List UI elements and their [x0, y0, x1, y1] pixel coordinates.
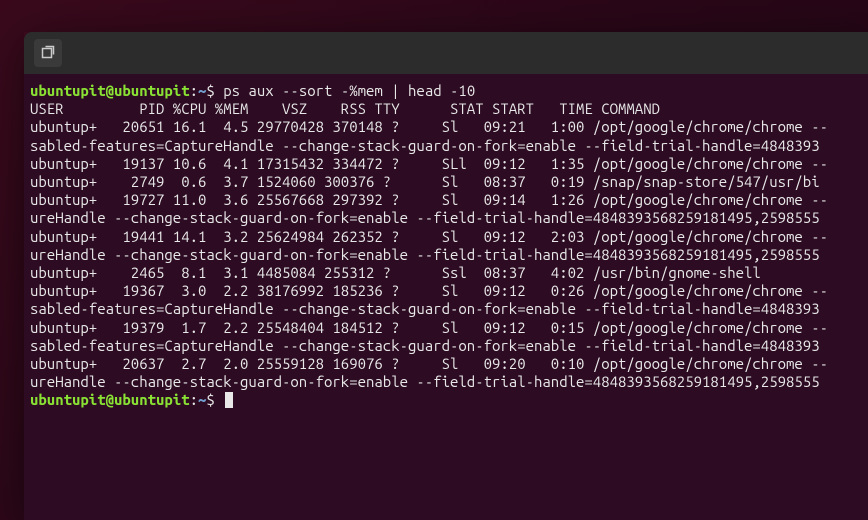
prompt-separator: : [190, 82, 198, 99]
output-line: ubuntup+ 2465 8.1 3.1 4485084 255312 ? S… [30, 264, 761, 281]
output-line: ureHandle --change-stack-guard-on-fork=e… [30, 373, 820, 390]
command-text: ps aux --sort -%mem | head -10 [223, 82, 475, 99]
output-line: ubuntup+ 2749 0.6 3.7 1524060 300376 ? S… [30, 173, 820, 190]
output-line: ubuntup+ 19379 1.7 2.2 25548404 184512 ?… [30, 319, 828, 336]
output-line: ubuntup+ 20637 2.7 2.0 25559128 169076 ?… [30, 355, 828, 372]
new-tab-icon [40, 45, 56, 61]
output-line: ubuntup+ 19727 11.0 3.6 25567668 297392 … [30, 191, 828, 208]
output-line: ureHandle --change-stack-guard-on-fork=e… [30, 209, 820, 226]
cursor [225, 392, 233, 408]
output-line: sabled-features=CaptureHandle --change-s… [30, 300, 820, 317]
titlebar [24, 32, 868, 74]
output-line: ureHandle --change-stack-guard-on-fork=e… [30, 246, 820, 263]
output-line: ubuntup+ 20651 16.1 4.5 29770428 370148 … [30, 118, 828, 135]
ps-header: USER PID %CPU %MEM VSZ RSS TTY STAT STAR… [30, 100, 660, 117]
output-line: ubuntup+ 19441 14.1 3.2 25624984 262352 … [30, 228, 828, 245]
output-line: sabled-features=CaptureHandle --change-s… [30, 137, 820, 154]
terminal-window: ubuntupit@ubuntupit:~$ ps aux --sort -%m… [24, 32, 868, 520]
prompt-suffix: $ [206, 82, 214, 99]
new-tab-button[interactable] [34, 39, 62, 67]
prompt-separator: : [190, 391, 198, 408]
output-line: ubuntup+ 19137 10.6 4.1 17315432 334472 … [30, 155, 828, 172]
prompt-user-host: ubuntupit@ubuntupit [30, 82, 190, 99]
output-line: ubuntup+ 19367 3.0 2.2 38176992 185236 ?… [30, 282, 828, 299]
terminal-body[interactable]: ubuntupit@ubuntupit:~$ ps aux --sort -%m… [24, 74, 868, 520]
prompt-user-host: ubuntupit@ubuntupit [30, 391, 190, 408]
output-line: sabled-features=CaptureHandle --change-s… [30, 337, 820, 354]
prompt-suffix: $ [206, 391, 214, 408]
